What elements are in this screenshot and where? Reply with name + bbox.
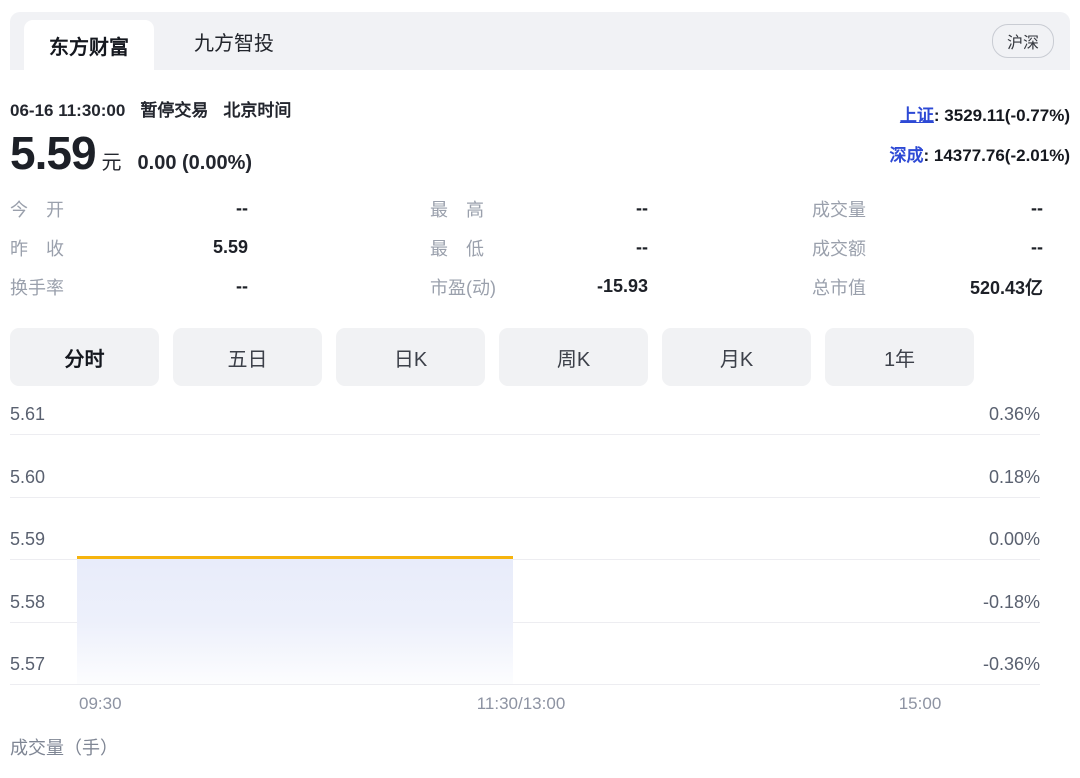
stat-value: -15.93 (597, 276, 648, 297)
period-tab-monthly-k[interactable]: 月K (662, 328, 811, 386)
x-axis-time-label: 09:30 (79, 694, 122, 714)
market-selector-badge[interactable]: 沪深 (992, 24, 1054, 58)
price-line: 5.59 元 0.00 (0.00%) (10, 129, 291, 177)
intraday-chart[interactable]: 5.61 5.60 5.59 5.58 5.57 0.36% 0.18% 0.0… (10, 394, 1040, 724)
stat-row-market-cap: 总市值 520.43亿 (812, 267, 1043, 306)
stat-label: 成交量 (812, 196, 866, 222)
gridline (10, 434, 1040, 435)
stats-column-3: 成交量 -- 成交额 -- 总市值 520.43亿 (812, 189, 1043, 306)
stat-row-volume: 成交量 -- (812, 189, 1043, 228)
stat-value: 520.43亿 (970, 274, 1043, 300)
index-shenzhen-value: : 14377.76(-2.01%) (924, 146, 1070, 165)
stat-row-low: 最 低 -- (430, 228, 648, 267)
stats-column-1: 今 开 -- 昨 收 5.59 换手率 -- (10, 189, 248, 306)
gridline (10, 497, 1040, 498)
stats-column-2: 最 高 -- 最 低 -- 市盈(动) -15.93 (430, 189, 648, 306)
volume-section-title: 成交量（手） (10, 734, 1070, 760)
period-tab-5day[interactable]: 五日 (173, 328, 322, 386)
stat-value: -- (1031, 198, 1043, 219)
index-shanghai[interactable]: 上证: 3529.11(-0.77%) (890, 96, 1070, 136)
trading-status: 暂停交易 (140, 101, 208, 120)
currency-unit: 元 (102, 146, 122, 175)
quote-header: 06-16 11:30:00 暂停交易北京时间 5.59 元 0.00 (0.00… (10, 96, 1070, 177)
gridline (10, 684, 1040, 685)
stat-row-open: 今 开 -- (10, 189, 248, 228)
stat-value: -- (636, 237, 648, 258)
stat-row-prev-close: 昨 收 5.59 (10, 228, 248, 267)
stat-value: -- (236, 276, 248, 297)
period-tab-daily-k[interactable]: 日K (336, 328, 485, 386)
y-axis-percent-label: 0.18% (989, 464, 1040, 490)
period-tab-1year[interactable]: 1年 (825, 328, 974, 386)
stat-row-pe-ratio: 市盈(动) -15.93 (430, 267, 648, 306)
stat-value: 5.59 (213, 237, 248, 258)
stat-row-amount: 成交额 -- (812, 228, 1043, 267)
stat-value: -- (636, 198, 648, 219)
stat-label: 最 低 (430, 235, 484, 261)
price-change: 0.00 (0.00%) (138, 152, 253, 175)
status-line: 06-16 11:30:00 暂停交易北京时间 (10, 96, 291, 121)
index-shanghai-value: : 3529.11(-0.77%) (934, 106, 1070, 125)
stat-label: 成交额 (812, 235, 866, 261)
period-tab-minute[interactable]: 分时 (10, 328, 159, 386)
stat-row-high: 最 高 -- (430, 189, 648, 228)
stat-label: 总市值 (812, 274, 866, 300)
x-axis-time-label: 11:30/13:00 (477, 694, 566, 714)
price-line-series (77, 556, 513, 559)
y-axis-price-label: 5.60 (10, 464, 45, 490)
stat-value: -- (1031, 237, 1043, 258)
tab-eastmoney[interactable]: 东方财富 (24, 20, 154, 70)
quote-datetime: 06-16 11:30:00 (10, 101, 125, 120)
index-shenzhen-label[interactable]: 深成 (890, 146, 924, 165)
period-tabbar: 分时 五日 日K 周K 月K 1年 (10, 328, 1070, 386)
index-shenzhen[interactable]: 深成: 14377.76(-2.01%) (890, 136, 1070, 176)
y-axis-percent-label: 0.00% (989, 526, 1040, 552)
stat-label: 换手率 (10, 274, 64, 300)
y-axis-price-label: 5.58 (10, 589, 45, 615)
y-axis-percent-label: -0.36% (983, 651, 1040, 677)
index-shanghai-label[interactable]: 上证 (900, 106, 934, 125)
x-axis-time-label: 15:00 (899, 694, 942, 714)
y-axis-price-label: 5.61 (10, 401, 45, 427)
period-tab-weekly-k[interactable]: 周K (499, 328, 648, 386)
tab-jiufang[interactable]: 九方智投 (194, 12, 274, 70)
y-axis-percent-label: -0.18% (983, 589, 1040, 615)
stats-grid: 今 开 -- 昨 收 5.59 换手率 -- 最 高 -- 最 低 -- 市盈(… (10, 189, 1070, 306)
stat-row-turnover-rate: 换手率 -- (10, 267, 248, 306)
y-axis-percent-label: 0.36% (989, 401, 1040, 427)
broker-tabbar: 东方财富 九方智投 沪深 (10, 12, 1070, 70)
timezone-label: 北京时间 (223, 101, 291, 120)
quote-header-left: 06-16 11:30:00 暂停交易北京时间 5.59 元 0.00 (0.00… (10, 96, 291, 177)
current-price: 5.59 (10, 129, 96, 177)
stat-value: -- (236, 198, 248, 219)
index-quotes: 上证: 3529.11(-0.77%) 深成: 14377.76(-2.01%) (890, 96, 1070, 177)
price-area-fill (77, 559, 513, 684)
stat-label: 今 开 (10, 196, 64, 222)
y-axis-price-label: 5.59 (10, 526, 45, 552)
stat-label: 最 高 (430, 196, 484, 222)
stat-label: 昨 收 (10, 235, 64, 261)
y-axis-price-label: 5.57 (10, 651, 45, 677)
stat-label: 市盈(动) (430, 274, 496, 300)
